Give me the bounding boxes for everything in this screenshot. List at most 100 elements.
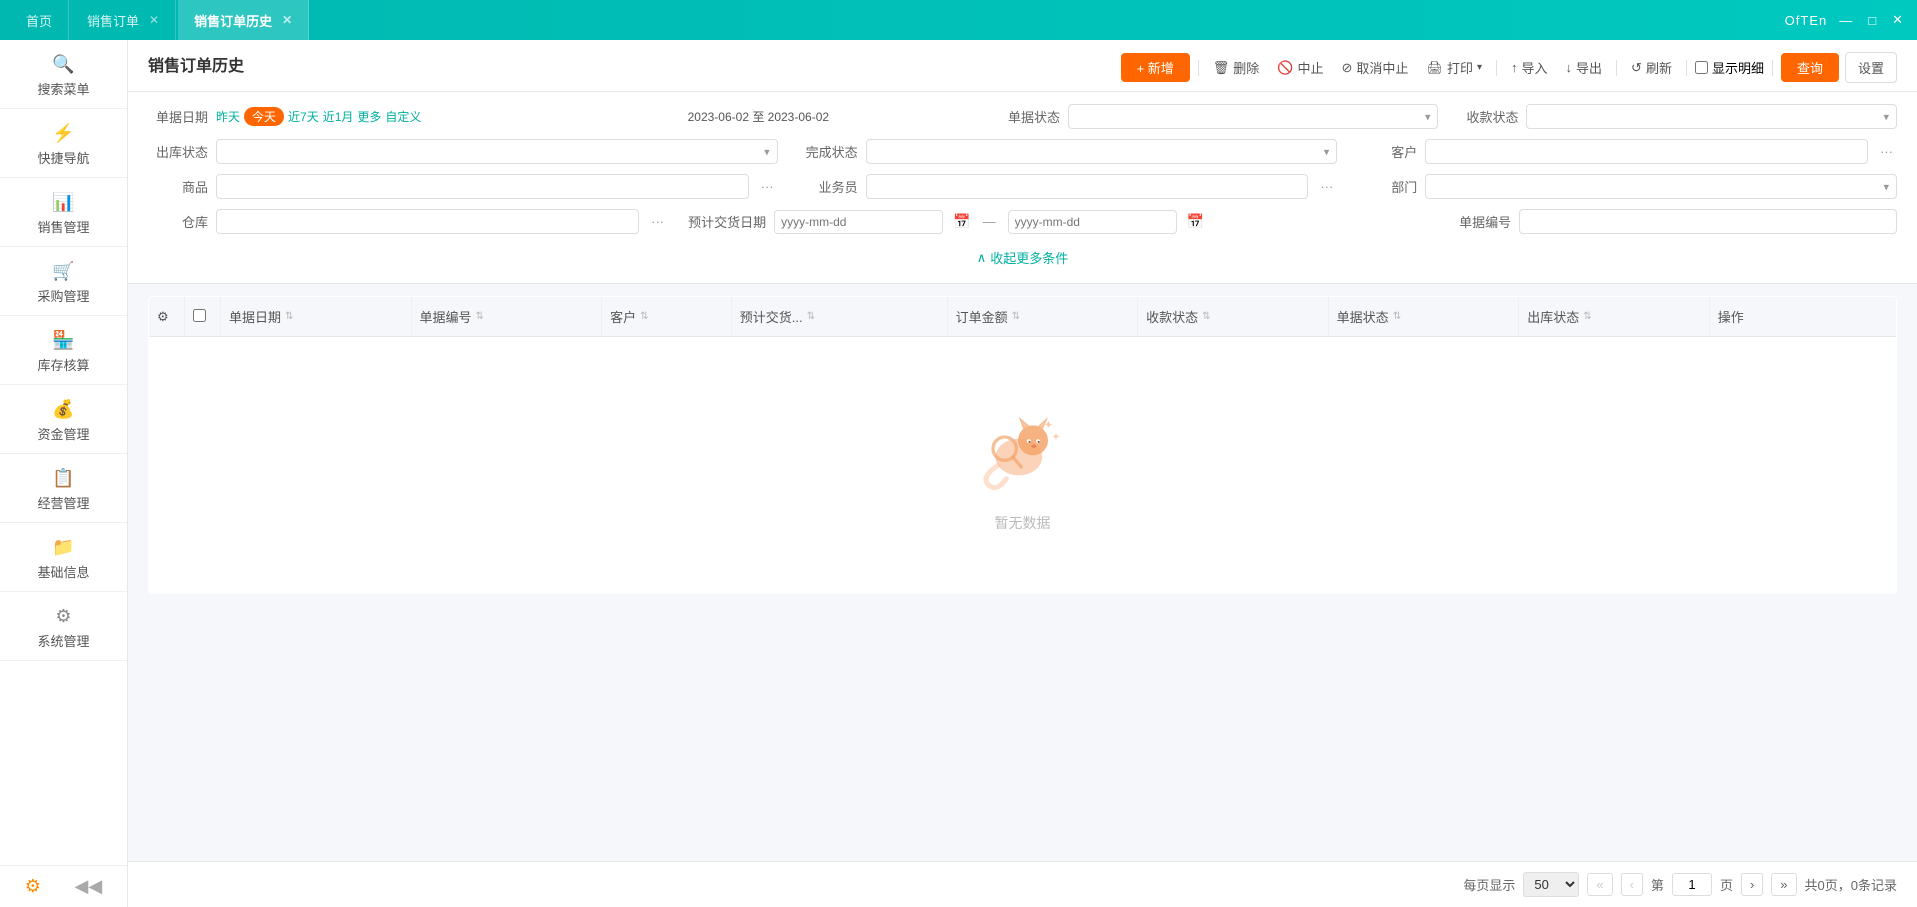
prev-page-btn[interactable]: ‹ [1621,873,1643,896]
table-area: ⚙ 单据日期 ⇅ 单据编号 [128,284,1917,861]
filter-delivery-status-item: 出库状态 [148,139,778,164]
sidebar-bottom: ⚙ ◀◀ [0,865,127,907]
print-button[interactable]: 🖨 打印 ▾ [1420,55,1488,80]
order-status-select[interactable] [1068,104,1439,129]
window-maximize-btn[interactable]: □ [1864,13,1880,28]
th-payment-status: 收款状态 ⇅ [1138,297,1329,337]
sidebar-item-quick-nav[interactable]: ⚡ 快捷导航 [0,109,127,178]
th-expected-date-label: 预计交货... [740,307,803,326]
date-yesterday-btn[interactable]: 昨天 [216,108,240,125]
empty-illustration: ✦ ✦ [973,397,1073,497]
customer-input[interactable] [1425,139,1868,164]
warehouse-ellipsis-btn[interactable]: ··· [647,214,668,229]
stop-button[interactable]: 🚫 中止 [1271,55,1329,80]
export-button[interactable]: ↓ 导出 [1560,55,1609,80]
sidebar-item-operations[interactable]: 📋 经营管理 [0,454,127,523]
filter-complete-status-label: 完成状态 [798,142,858,161]
window-close-btn[interactable]: ✕ [1888,12,1907,28]
sidebar-collapse-btn[interactable]: ◀◀ [75,876,103,897]
cancel-stop-button[interactable]: ⊘ 取消中止 [1336,55,1415,80]
sidebar-item-purchase[interactable]: 🛒 采购管理 [0,247,127,316]
expected-date-from-input[interactable] [774,210,943,234]
expected-date-to-input[interactable] [1008,210,1177,234]
tab-sales-order-close[interactable]: ✕ [149,13,159,27]
filter-order-no-item: 单据编号 [1451,209,1897,234]
filter-customer-label: 客户 [1357,142,1417,161]
page-number-input[interactable] [1672,873,1712,896]
import-button[interactable]: ↑ 导入 [1505,55,1554,80]
tab-sales-order-history[interactable]: 销售订单历史 ✕ [178,0,309,40]
refresh-icon: ↺ [1631,60,1642,76]
warehouse-input[interactable] [216,209,639,234]
date-1month-btn[interactable]: 近1月 [323,108,354,125]
complete-status-select[interactable] [866,139,1338,164]
show-detail-checkbox[interactable] [1695,61,1708,74]
refresh-label: 刷新 [1646,58,1672,77]
sidebar-item-basic-info[interactable]: 📁 基础信息 [0,523,127,592]
print-chevron-icon: ▾ [1477,62,1482,73]
filter-order-status-item: 单据状态 [1000,104,1439,129]
query-button[interactable]: 查询 [1781,53,1839,82]
new-button[interactable]: + 新增 [1121,53,1190,82]
th-delivery-status-sort-icon[interactable]: ⇅ [1583,311,1591,322]
date-today-badge[interactable]: 今天 [244,107,284,126]
delete-icon: 🗑 [1213,60,1230,76]
date-7days-btn[interactable]: 近7天 [288,108,319,125]
th-order-status-sort-icon[interactable]: ⇅ [1393,311,1401,322]
product-ellipsis-btn[interactable]: ··· [757,179,778,194]
sidebar-item-sys-mgmt[interactable]: ⚙ 系统管理 [0,592,127,661]
delivery-status-select[interactable] [216,139,778,164]
table-settings-icon[interactable]: ⚙ [157,309,169,324]
topbar-tabs: 首页 销售订单 ✕ 销售订单历史 ✕ [10,0,309,40]
table-body: ✦ ✦ 暂无数据 [149,337,1897,594]
dept-select[interactable] [1425,174,1897,199]
tab-sales-order[interactable]: 销售订单 ✕ [71,0,176,40]
th-expected-date-sort-icon[interactable]: ⇅ [807,311,815,322]
per-page-select[interactable]: 10 20 50 100 [1523,872,1579,897]
first-page-btn[interactable]: « [1587,873,1612,896]
sidebar-item-purchase-label: 采购管理 [37,286,89,305]
stop-label: 中止 [1298,58,1324,77]
last-page-btn[interactable]: » [1771,873,1796,896]
sidebar-item-search[interactable]: 🔍 搜索菜单 [0,40,127,109]
payment-status-select[interactable] [1526,104,1897,129]
page-suffix: 页 [1720,875,1733,894]
customer-ellipsis-btn[interactable]: ··· [1876,144,1897,159]
th-payment-status-sort-icon[interactable]: ⇅ [1202,311,1210,322]
sidebar-item-inventory[interactable]: 🏪 库存核算 [0,316,127,385]
tab-home[interactable]: 首页 [10,0,69,40]
import-icon: ↑ [1511,60,1518,75]
th-amount-sort-icon[interactable]: ⇅ [1012,311,1020,322]
export-icon: ↓ [1566,60,1573,75]
th-date-sort-icon[interactable]: ⇅ [285,311,293,322]
th-customer-sort-icon[interactable]: ⇅ [640,311,648,322]
product-input[interactable] [216,174,749,199]
tab-sales-order-history-close[interactable]: ✕ [282,13,292,27]
header-left: 销售订单历史 [148,52,244,88]
th-number-sort-icon[interactable]: ⇅ [476,311,484,322]
data-table: ⚙ 单据日期 ⇅ 单据编号 [148,296,1897,594]
salesperson-ellipsis-btn[interactable]: ··· [1316,179,1337,194]
sidebar-item-capital[interactable]: 💰 资金管理 [0,385,127,454]
expected-date-to-calendar-icon[interactable]: 📅 [1187,213,1204,230]
expected-date-from-calendar-icon[interactable]: 📅 [953,213,970,230]
operations-icon: 📋 [52,468,74,489]
salesperson-input[interactable] [866,174,1309,199]
next-page-btn[interactable]: › [1741,873,1763,896]
date-custom-btn[interactable]: 自定义 [385,108,421,125]
sidebar-settings-btn[interactable]: ⚙ [25,876,41,897]
filter-dept-label: 部门 [1357,177,1417,196]
date-more-btn[interactable]: 更多 [357,108,381,125]
toolbar: + 新增 🗑 删除 🚫 中止 ⊘ 取消中止 🖨 打印 ▾ [1121,52,1897,91]
refresh-button[interactable]: ↺ 刷新 [1625,55,1678,80]
window-minimize-btn[interactable]: — [1835,13,1856,28]
empty-state: ✦ ✦ 暂无数据 [149,337,1896,593]
sidebar-item-sales-label: 销售管理 [37,217,89,236]
sidebar-item-sales[interactable]: 📊 销售管理 [0,178,127,247]
order-no-input[interactable] [1519,209,1897,234]
collapse-filter-btn[interactable]: ∧ 收起更多条件 [148,244,1897,271]
settings-button[interactable]: 设置 [1845,52,1897,83]
toolbar-divider-4 [1686,60,1687,76]
select-all-checkbox[interactable] [193,309,206,322]
delete-button[interactable]: 🗑 删除 [1207,55,1266,80]
